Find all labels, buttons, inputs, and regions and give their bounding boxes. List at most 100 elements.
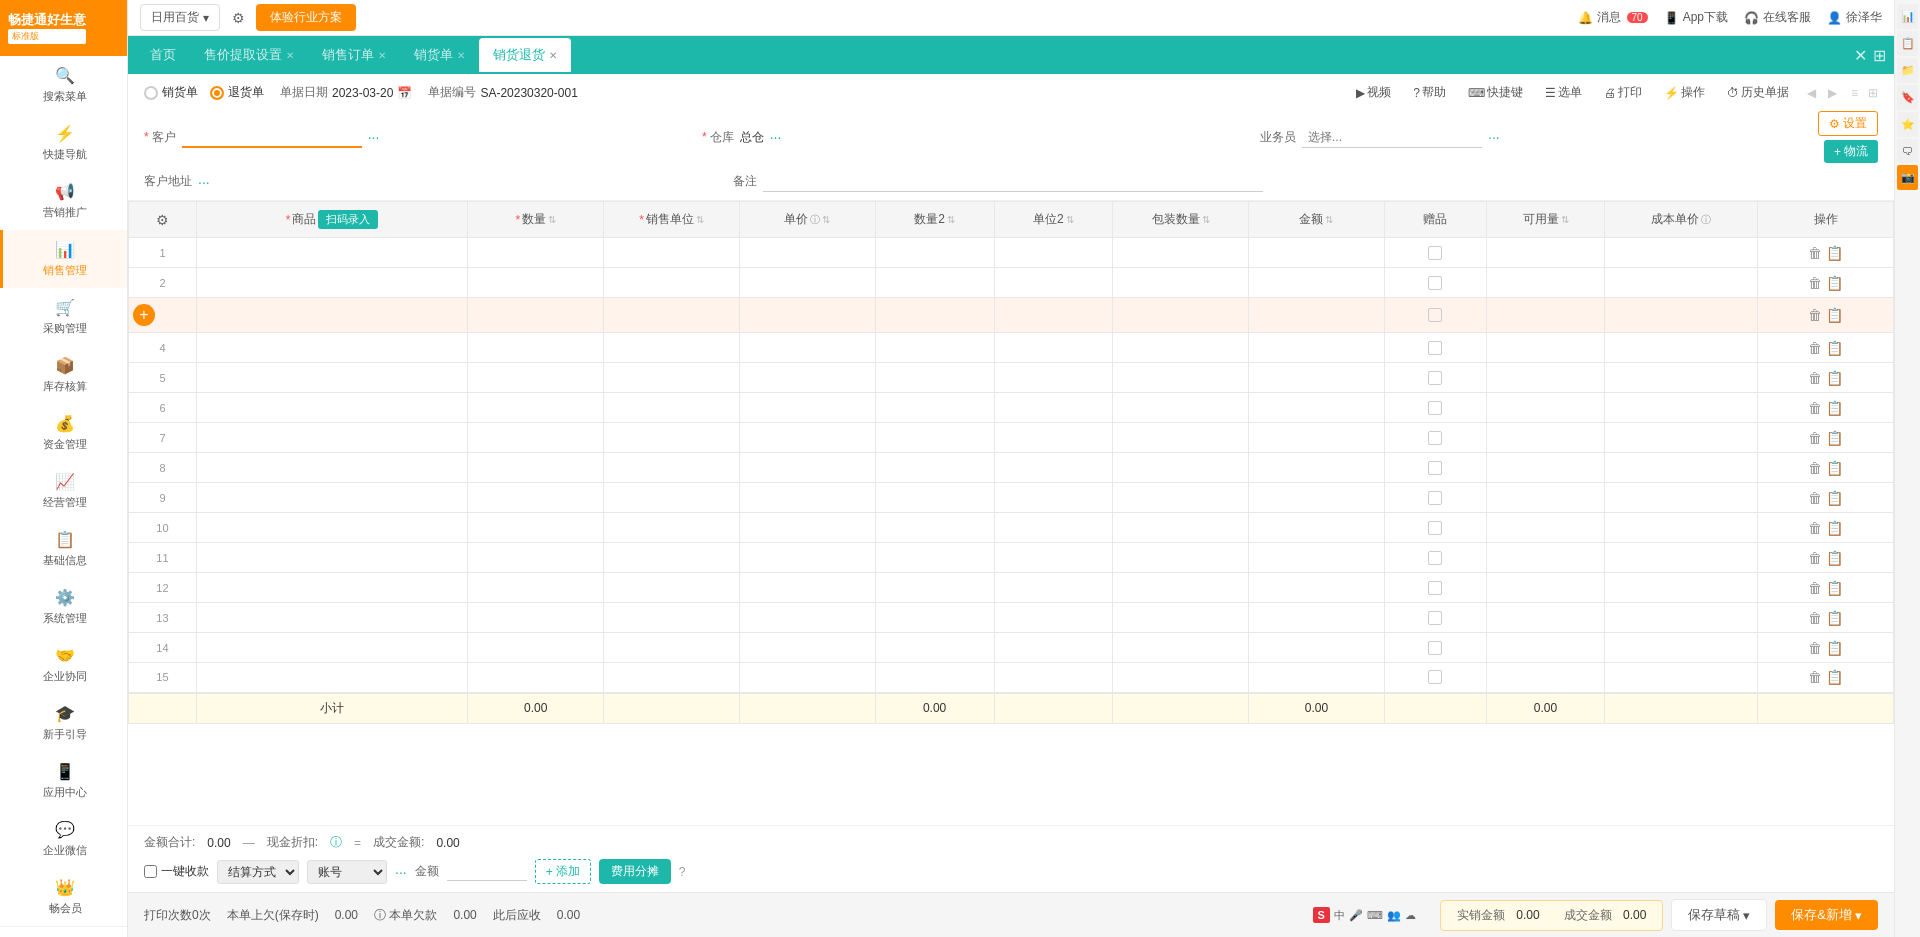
gift-cell[interactable]	[1384, 298, 1486, 333]
available-cell[interactable]	[1486, 663, 1605, 693]
amount-cell[interactable]	[1249, 453, 1385, 483]
unit-cell[interactable]	[604, 423, 740, 453]
copy-row-btn[interactable]: 📋	[1826, 245, 1843, 261]
pkg-cell[interactable]	[1113, 238, 1249, 268]
goods-input[interactable]	[201, 341, 464, 355]
gift-checkbox[interactable]	[1428, 308, 1442, 322]
unit2-cell[interactable]	[994, 603, 1113, 633]
goods-cell[interactable]	[196, 363, 468, 393]
goods-input[interactable]	[201, 431, 464, 445]
gift-checkbox[interactable]	[1428, 341, 1442, 355]
add-item-btn[interactable]: + 添加	[535, 859, 591, 884]
price-cell[interactable]	[739, 238, 875, 268]
price-cell[interactable]	[739, 483, 875, 513]
gift-checkbox[interactable]	[1428, 670, 1442, 684]
amount-cell[interactable]	[1249, 298, 1385, 333]
price-cell[interactable]	[739, 663, 875, 693]
qty-cell[interactable]	[468, 423, 604, 453]
cost-cell[interactable]	[1605, 363, 1758, 393]
qty2-cell[interactable]	[875, 603, 994, 633]
gift-checkbox[interactable]	[1428, 611, 1442, 625]
cost-cell[interactable]	[1605, 633, 1758, 663]
qty2-cell[interactable]	[875, 333, 994, 363]
cost-cell[interactable]	[1605, 603, 1758, 633]
copy-row-btn[interactable]: 📋	[1826, 460, 1843, 476]
help-btn[interactable]: ? 帮助	[1407, 82, 1452, 103]
pkg-cell[interactable]	[1113, 663, 1249, 693]
available-cell[interactable]	[1486, 298, 1605, 333]
pkg-cell[interactable]	[1113, 298, 1249, 333]
gift-checkbox[interactable]	[1428, 641, 1442, 655]
gift-checkbox[interactable]	[1428, 276, 1442, 290]
view-grid-icon[interactable]: ⊞	[1868, 86, 1878, 100]
unit-cell[interactable]	[604, 663, 740, 693]
cost-cell[interactable]	[1605, 238, 1758, 268]
shortcut-btn[interactable]: ⌨ 快捷键	[1462, 82, 1529, 103]
copy-row-btn[interactable]: 📋	[1826, 669, 1843, 685]
sidebar-item-sales-mgmt[interactable]: 📊 销售管理	[0, 230, 127, 288]
amount-cell[interactable]	[1249, 333, 1385, 363]
goods-cell[interactable]	[196, 543, 468, 573]
available-cell[interactable]	[1486, 483, 1605, 513]
amount-input[interactable]	[447, 862, 527, 881]
cost-cell[interactable]	[1605, 393, 1758, 423]
right-action-1[interactable]: 📊	[1897, 4, 1918, 29]
sidebar-item-shortcut[interactable]: ⚡ 快捷导航	[0, 114, 127, 172]
sidebar-item-enterprise[interactable]: 🤝 企业协同	[0, 636, 127, 694]
price-cell[interactable]	[739, 453, 875, 483]
amount-cell[interactable]	[1249, 268, 1385, 298]
unit2-cell[interactable]	[994, 393, 1113, 423]
tab-home[interactable]: 首页	[136, 38, 190, 72]
copy-row-btn[interactable]: 📋	[1826, 580, 1843, 596]
goods-cell[interactable]	[196, 393, 468, 423]
gift-cell[interactable]	[1384, 363, 1486, 393]
delete-row-btn[interactable]: 🗑	[1808, 370, 1822, 386]
right-action-orange[interactable]: 📸	[1897, 165, 1918, 190]
unit2-cell[interactable]	[994, 423, 1113, 453]
goods-cell[interactable]	[196, 298, 468, 333]
unit2-cell[interactable]	[994, 663, 1113, 693]
goods-cell[interactable]	[196, 663, 468, 693]
right-action-5[interactable]: ⭐	[1897, 112, 1918, 137]
cost-cell[interactable]	[1605, 543, 1758, 573]
radio-return[interactable]: 退货单	[210, 84, 264, 101]
salesperson-dots-btn[interactable]: ···	[1488, 129, 1500, 145]
available-cell[interactable]	[1486, 603, 1605, 633]
help-question-icon[interactable]: ?	[679, 865, 686, 879]
user-menu-btn[interactable]: 👤 徐泽华	[1827, 9, 1882, 26]
unit-cell[interactable]	[604, 298, 740, 333]
qty-cell[interactable]	[468, 268, 604, 298]
delete-row-btn[interactable]: 🗑	[1808, 520, 1822, 536]
unit2-cell[interactable]	[994, 573, 1113, 603]
qty-cell[interactable]	[468, 333, 604, 363]
unit-cell[interactable]	[604, 238, 740, 268]
sidebar-item-finance[interactable]: 💰 资金管理	[0, 404, 127, 462]
goods-cell[interactable]	[196, 603, 468, 633]
cashflow-checkbox-input[interactable]	[144, 865, 157, 878]
delete-row-btn[interactable]: 🗑	[1808, 669, 1822, 685]
price-cell[interactable]	[739, 333, 875, 363]
goods-input[interactable]	[201, 521, 464, 535]
amount-cell[interactable]	[1249, 513, 1385, 543]
amount-cell[interactable]	[1249, 603, 1385, 633]
available-cell[interactable]	[1486, 268, 1605, 298]
payment-method-select[interactable]: 结算方式	[217, 860, 299, 884]
formula-icon[interactable]: ⓘ	[330, 834, 342, 851]
qty-cell[interactable]	[468, 393, 604, 423]
goods-input[interactable]	[201, 551, 464, 565]
amount-cell[interactable]	[1249, 483, 1385, 513]
qty-cell[interactable]	[468, 363, 604, 393]
tab-close-btn[interactable]: ✕	[378, 50, 386, 61]
qty2-cell[interactable]	[875, 298, 994, 333]
qty2-cell[interactable]	[875, 663, 994, 693]
price-cell[interactable]	[739, 268, 875, 298]
price-cell[interactable]	[739, 298, 875, 333]
customer-input[interactable]	[182, 126, 362, 148]
delete-row-btn[interactable]: 🗑	[1808, 340, 1822, 356]
sidebar-item-system[interactable]: ⚙️ 系统管理	[0, 578, 127, 636]
unit2-cell[interactable]	[994, 633, 1113, 663]
available-cell[interactable]	[1486, 513, 1605, 543]
available-cell[interactable]	[1486, 573, 1605, 603]
amount-cell[interactable]	[1249, 573, 1385, 603]
pkg-cell[interactable]	[1113, 483, 1249, 513]
